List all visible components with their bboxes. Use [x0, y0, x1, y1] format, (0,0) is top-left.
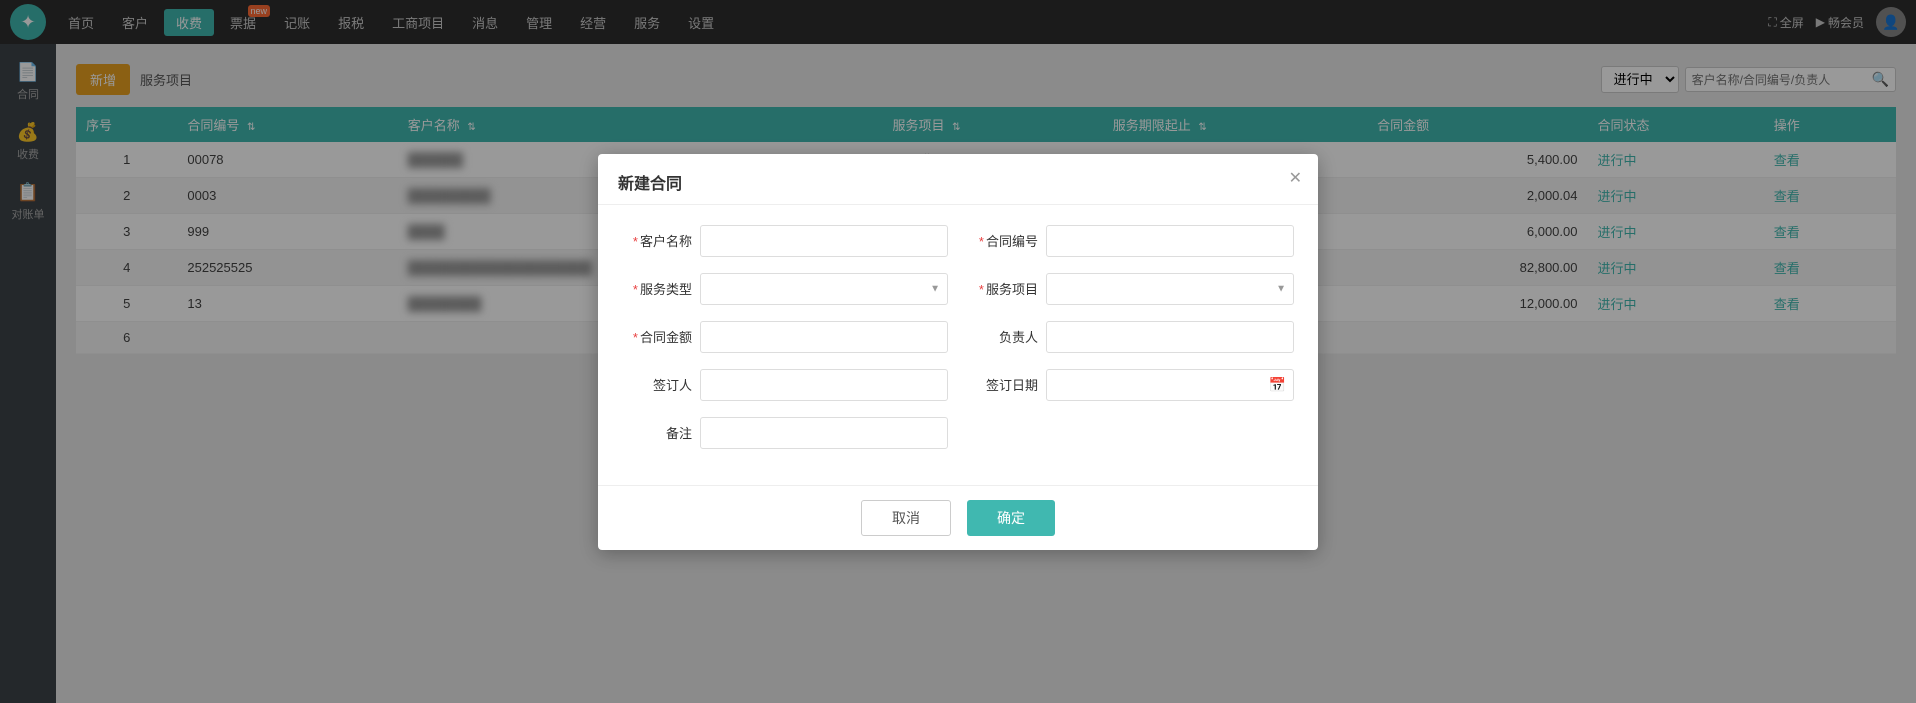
sign-date-label: 签订日期 [968, 375, 1038, 394]
form-group-remark: 备注 [622, 417, 948, 449]
contract-no-input[interactable] [1046, 225, 1294, 257]
form-group-signer: 签订人 [622, 369, 948, 401]
service-type-select[interactable] [700, 273, 948, 305]
customer-name-label: *客户名称 [622, 231, 692, 250]
form-row-2: *服务类型 ▼ *服务项目 ▼ [622, 273, 1294, 305]
form-group-service-type: *服务类型 ▼ [622, 273, 948, 305]
form-group-amount: *合同金额 0.00 [622, 321, 948, 353]
modal-header: 新建合同 [598, 154, 1318, 205]
responsible-label: 负责人 [968, 327, 1038, 346]
service-item-select-wrapper: ▼ [1046, 273, 1294, 305]
form-row-1: *客户名称 *合同编号 [622, 225, 1294, 257]
signer-input[interactable] [700, 369, 948, 401]
form-group-service-item: *服务项目 ▼ [968, 273, 1294, 305]
modal-close-button[interactable]: ✕ [1289, 168, 1302, 188]
calendar-icon[interactable]: 📅 [1269, 376, 1286, 393]
contract-amount-input[interactable]: 0.00 [700, 321, 948, 353]
form-row-5: 备注 [622, 417, 1294, 449]
form-row-4: 签订人 签订日期 2023-06-06 📅 [622, 369, 1294, 401]
contract-no-label: *合同编号 [968, 231, 1038, 250]
modal-footer: 取消 确定 [598, 485, 1318, 550]
form-group-responsible: 负责人 [968, 321, 1294, 353]
contract-amount-label: *合同金额 [622, 327, 692, 346]
confirm-button[interactable]: 确定 [967, 500, 1055, 536]
form-group-sign-date: 签订日期 2023-06-06 📅 [968, 369, 1294, 401]
service-type-select-wrapper: ▼ [700, 273, 948, 305]
sign-date-input[interactable]: 2023-06-06 [1046, 369, 1294, 401]
form-group-customer: *客户名称 [622, 225, 948, 257]
remark-label: 备注 [622, 423, 692, 442]
remark-input[interactable] [700, 417, 948, 449]
form-group-contract-no: *合同编号 [968, 225, 1294, 257]
service-type-label: *服务类型 [622, 279, 692, 298]
modal-body: *客户名称 *合同编号 *服务类型 [598, 205, 1318, 485]
modal-overlay[interactable]: 新建合同 ✕ *客户名称 *合同编号 [0, 0, 1916, 703]
form-row-3: *合同金额 0.00 负责人 [622, 321, 1294, 353]
customer-name-input[interactable] [700, 225, 948, 257]
modal-title: 新建合同 [618, 176, 682, 193]
cancel-button[interactable]: 取消 [861, 500, 951, 536]
signer-label: 签订人 [622, 375, 692, 394]
service-item-select[interactable] [1046, 273, 1294, 305]
new-contract-modal: 新建合同 ✕ *客户名称 *合同编号 [598, 154, 1318, 550]
service-item-label: *服务项目 [968, 279, 1038, 298]
sign-date-wrapper: 2023-06-06 📅 [1046, 369, 1294, 401]
responsible-input[interactable] [1046, 321, 1294, 353]
